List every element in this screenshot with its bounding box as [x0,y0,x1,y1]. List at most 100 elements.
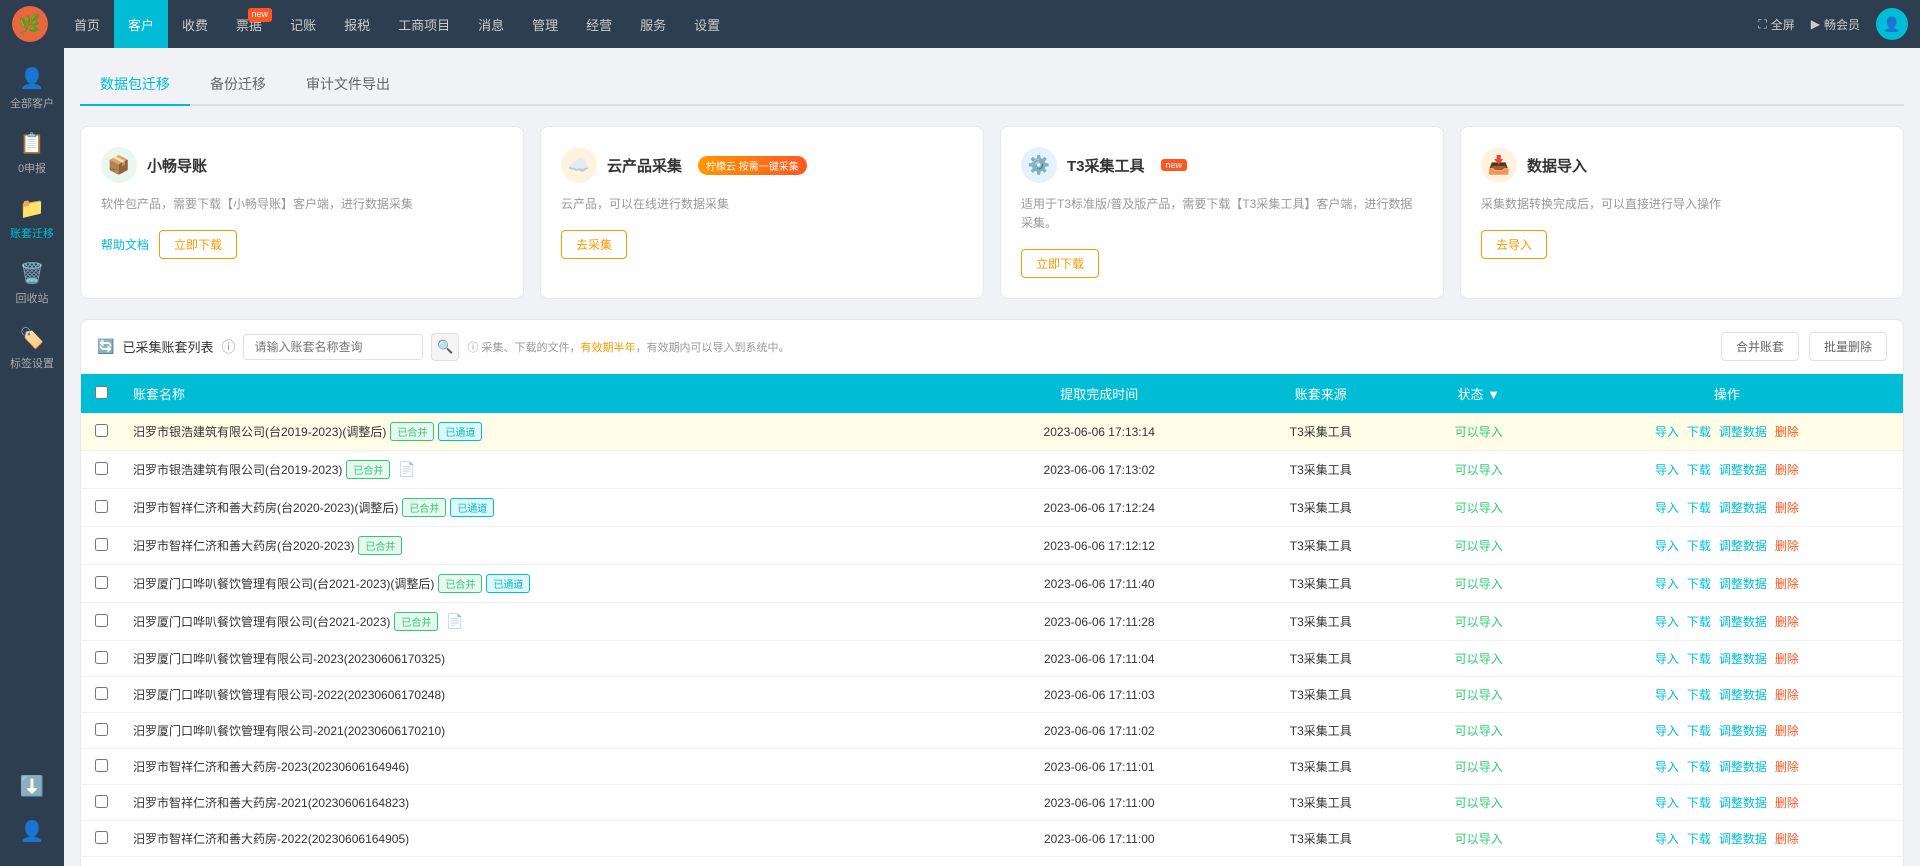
download-action[interactable]: 下载 [1687,796,1711,810]
sidebar-item-recycle[interactable]: 🗑️ 回收站 [0,251,64,316]
nav-invoice[interactable]: 票据 new [222,0,276,48]
card-import-go-btn[interactable]: 去导入 [1481,230,1547,259]
fullscreen-button[interactable]: ⛶ 全屏 [1758,16,1794,33]
row-checkbox[interactable] [95,795,108,808]
adjust-action[interactable]: 调整数据 [1719,615,1767,629]
row-tag: 已通道 [486,574,530,593]
delete-action[interactable]: 删除 [1775,760,1799,774]
nav-settings[interactable]: 设置 [680,0,734,48]
download-action[interactable]: 下载 [1687,652,1711,666]
hint-highlight: 有效期半年 [581,342,636,354]
adjust-action[interactable]: 调整数据 [1719,577,1767,591]
delete-action[interactable]: 删除 [1775,832,1799,846]
card-xiaochang-download-btn[interactable]: 立即下载 [159,230,237,259]
download-action[interactable]: 下载 [1687,425,1711,439]
delete-action[interactable]: 删除 [1775,463,1799,477]
import-action[interactable]: 导入 [1655,832,1679,846]
adjust-action[interactable]: 调整数据 [1719,724,1767,738]
import-action[interactable]: 导入 [1655,501,1679,515]
row-checkbox[interactable] [95,576,108,589]
sidebar-item-zero-report[interactable]: 📋 0申报 [0,121,64,186]
nav-billing[interactable]: 收费 [168,0,222,48]
delete-action[interactable]: 删除 [1775,539,1799,553]
refresh-icon[interactable]: 🔄 [97,338,114,355]
nav-service[interactable]: 服务 [626,0,680,48]
nav-bookkeeping[interactable]: 记账 [276,0,330,48]
nav-manage[interactable]: 管理 [518,0,572,48]
nav-business[interactable]: 工商项目 [384,0,464,48]
row-checkbox[interactable] [95,500,108,513]
adjust-action[interactable]: 调整数据 [1719,463,1767,477]
sidebar-item-tag-settings[interactable]: 🏷️ 标签设置 [0,316,64,381]
row-checkbox[interactable] [95,614,108,627]
search-button[interactable]: 🔍 [431,333,459,361]
sidebar-item-profile[interactable]: 👤 [16,809,49,854]
row-checkbox[interactable] [95,462,108,475]
nav-customer[interactable]: 客户 [114,0,168,48]
row-checkbox[interactable] [95,723,108,736]
nav-operation[interactable]: 经营 [572,0,626,48]
row-checkbox[interactable] [95,687,108,700]
delete-action[interactable]: 删除 [1775,688,1799,702]
nav-home[interactable]: 首页 [60,0,114,48]
card-cloud-collect-btn[interactable]: 去采集 [561,230,627,259]
tab-data-migration[interactable]: 数据包迁移 [80,64,190,106]
sidebar-item-all-customers[interactable]: 👤 全部客户 [0,56,64,121]
import-action[interactable]: 导入 [1655,425,1679,439]
card-xiaochang-help-link[interactable]: 帮助文档 [101,236,149,253]
select-all-checkbox[interactable] [95,386,108,399]
tab-audit-export[interactable]: 审计文件导出 [286,64,410,106]
import-action[interactable]: 导入 [1655,724,1679,738]
card-t3-download-btn[interactable]: 立即下载 [1021,249,1099,278]
delete-action[interactable]: 删除 [1775,425,1799,439]
row-checkbox[interactable] [95,651,108,664]
vip-button[interactable]: ▶ 畅会员 [1811,16,1860,33]
nav-message[interactable]: 消息 [464,0,518,48]
download-action[interactable]: 下载 [1687,688,1711,702]
adjust-action[interactable]: 调整数据 [1719,688,1767,702]
delete-action[interactable]: 删除 [1775,652,1799,666]
adjust-action[interactable]: 调整数据 [1719,760,1767,774]
adjust-action[interactable]: 调整数据 [1719,425,1767,439]
import-action[interactable]: 导入 [1655,577,1679,591]
download-action[interactable]: 下载 [1687,539,1711,553]
adjust-action[interactable]: 调整数据 [1719,539,1767,553]
adjust-action[interactable]: 调整数据 [1719,832,1767,846]
download-action[interactable]: 下载 [1687,615,1711,629]
adjust-action[interactable]: 调整数据 [1719,501,1767,515]
import-action[interactable]: 导入 [1655,688,1679,702]
sidebar-item-account-migration[interactable]: 📁 账套迁移 [0,186,64,251]
nav-tax[interactable]: 报税 [330,0,384,48]
delete-action[interactable]: 删除 [1775,615,1799,629]
merge-accounts-button[interactable]: 合并账套 [1721,332,1799,361]
sidebar-item-download[interactable]: ⬇️ [16,764,49,809]
row-checkbox[interactable] [95,538,108,551]
import-action[interactable]: 导入 [1655,463,1679,477]
row-checkbox[interactable] [95,424,108,437]
download-action[interactable]: 下载 [1687,463,1711,477]
delete-action[interactable]: 删除 [1775,724,1799,738]
download-action[interactable]: 下载 [1687,760,1711,774]
download-action[interactable]: 下载 [1687,501,1711,515]
import-action[interactable]: 导入 [1655,652,1679,666]
row-checkbox[interactable] [95,759,108,772]
adjust-action[interactable]: 调整数据 [1719,652,1767,666]
download-action[interactable]: 下载 [1687,724,1711,738]
delete-action[interactable]: 删除 [1775,501,1799,515]
download-action[interactable]: 下载 [1687,577,1711,591]
delete-action[interactable]: 删除 [1775,577,1799,591]
download-action[interactable]: 下载 [1687,832,1711,846]
search-input[interactable] [243,334,423,360]
info-icon[interactable]: ⓘ [221,337,235,357]
import-action[interactable]: 导入 [1655,539,1679,553]
row-checkbox[interactable] [95,831,108,844]
import-action[interactable]: 导入 [1655,615,1679,629]
adjust-action[interactable]: 调整数据 [1719,796,1767,810]
user-avatar[interactable]: 👤 [1876,8,1908,40]
batch-delete-button[interactable]: 批量删除 [1809,332,1887,361]
import-action[interactable]: 导入 [1655,760,1679,774]
row-tag: 已通道 [450,498,494,517]
tab-backup-migration[interactable]: 备份迁移 [190,64,286,106]
import-action[interactable]: 导入 [1655,796,1679,810]
delete-action[interactable]: 删除 [1775,796,1799,810]
